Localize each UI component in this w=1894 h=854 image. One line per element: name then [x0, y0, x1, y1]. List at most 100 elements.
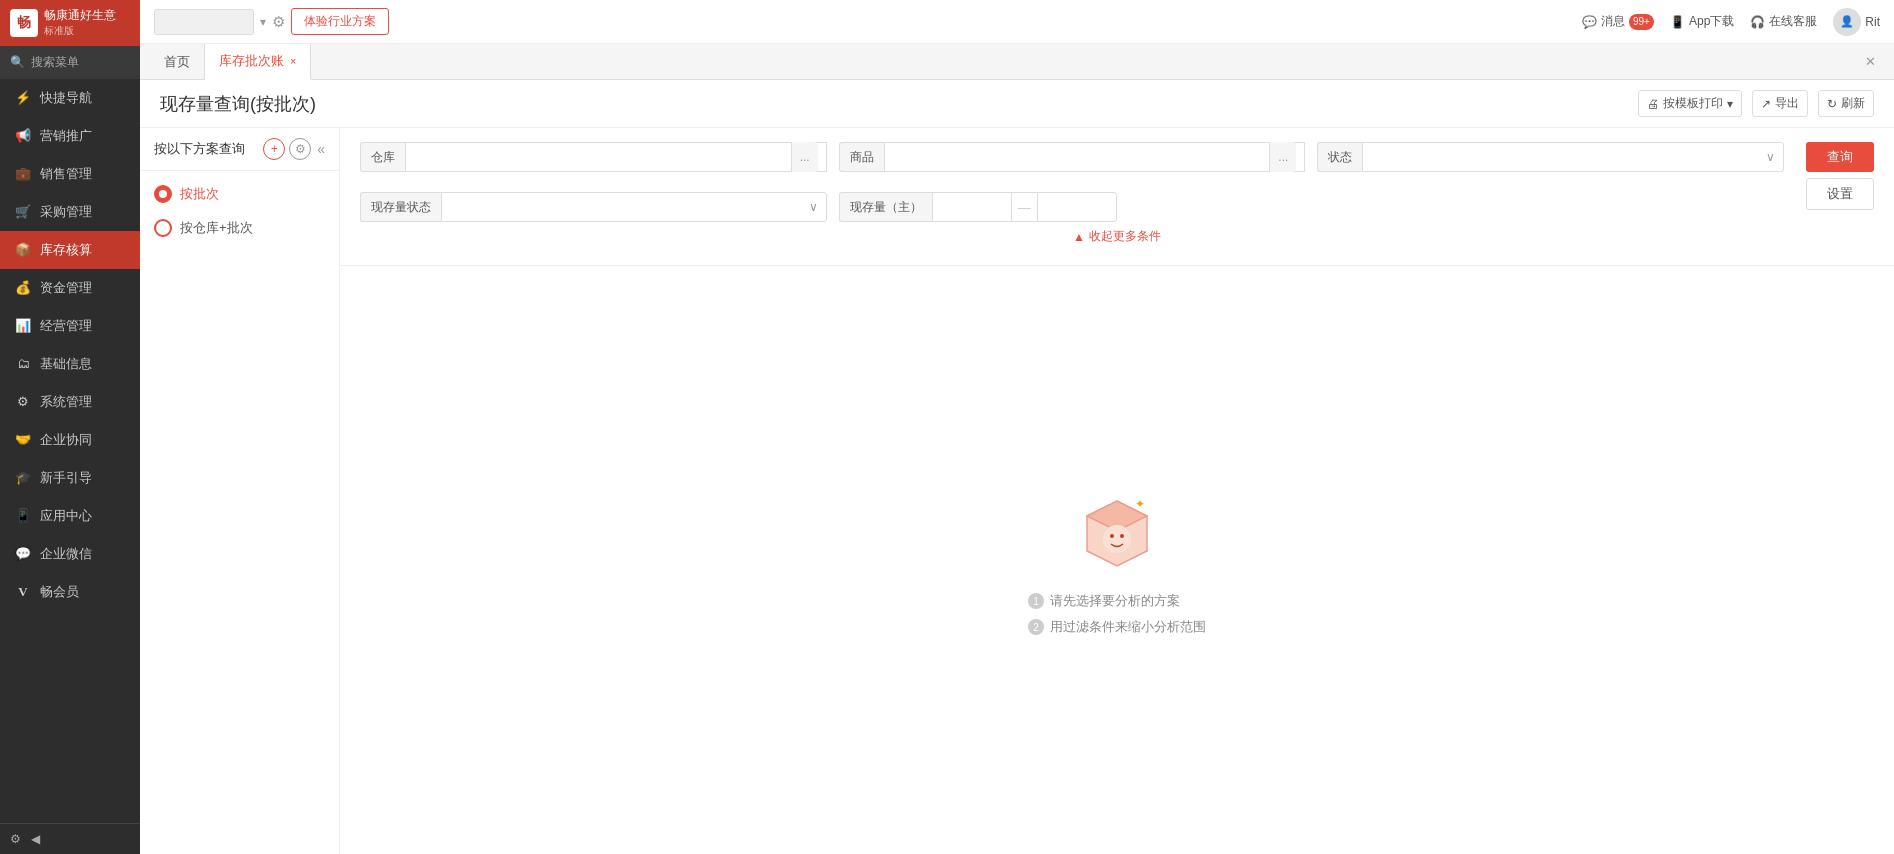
tip-num-2: 2	[1028, 619, 1044, 635]
warehouse-more-btn[interactable]: ...	[791, 142, 818, 172]
sidebar-item-label: 采购管理	[40, 203, 92, 221]
sidebar-item-enterprise[interactable]: 🤝 企业协同	[0, 421, 140, 459]
online-service-action[interactable]: 🎧 在线客服	[1750, 13, 1817, 30]
user-avatar: 👤	[1833, 8, 1861, 36]
scheme-add-btn[interactable]: +	[263, 138, 285, 160]
sidebar-item-operations[interactable]: 📊 经营管理	[0, 307, 140, 345]
app-download-action[interactable]: 📱 App下载	[1670, 13, 1734, 30]
filter-collapse-btn[interactable]: ▲ 收起更多条件	[360, 222, 1874, 251]
sidebar-item-inventory[interactable]: 📦 库存核算	[0, 231, 140, 269]
topbar-search-input[interactable]	[154, 9, 254, 35]
export-btn-label: 导出	[1775, 95, 1799, 112]
sidebar-item-label: 基础信息	[40, 355, 92, 373]
collapse-up-icon: ▲	[1073, 230, 1085, 244]
sidebar-search[interactable]: 🔍 搜索菜单	[0, 46, 140, 79]
app-center-icon: 📱	[14, 507, 32, 525]
tab-close-icon[interactable]: ×	[290, 55, 296, 67]
scheme-item-batch[interactable]: 按批次	[140, 177, 339, 211]
tab-panel-close-btn[interactable]: ✕	[1865, 54, 1876, 69]
app-download-label: App下载	[1689, 13, 1734, 30]
status-chevron-icon: ∨	[1766, 150, 1775, 164]
sidebar-item-label: 销售管理	[40, 165, 92, 183]
scheme-settings-btn[interactable]: ⚙	[289, 138, 311, 160]
sidebar-item-purchase[interactable]: 🛒 采购管理	[0, 193, 140, 231]
finance-icon: 💰	[14, 279, 32, 297]
sidebar-item-label: 经营管理	[40, 317, 92, 335]
main-area: ▾ ⚙ 体验行业方案 💬 消息 99+ 📱 App下载 🎧 在线客服 👤 Rit	[140, 0, 1894, 854]
sidebar-title-area: 畅康通好生意 标准版	[44, 8, 116, 38]
topbar-gear-icon[interactable]: ⚙	[272, 13, 285, 31]
sidebar-item-sales[interactable]: 💼 销售管理	[0, 155, 140, 193]
tab-inventory-batch[interactable]: 库存批次账 ×	[205, 44, 311, 80]
messages-label: 消息	[1601, 13, 1625, 30]
warehouse-label: 仓库	[360, 142, 405, 172]
sidebar-item-finance[interactable]: 💰 资金管理	[0, 269, 140, 307]
scheme-collapse-btn[interactable]: «	[317, 141, 325, 157]
collapse-label: 收起更多条件	[1089, 228, 1161, 245]
filter-settings-btn[interactable]: 设置	[1806, 178, 1874, 210]
online-service-label: 在线客服	[1769, 13, 1817, 30]
sidebar-item-newbie[interactable]: 🎓 新手引导	[0, 459, 140, 497]
empty-tip-2: 2 用过滤条件来缩小分析范围	[1028, 618, 1206, 636]
scheme-panel: 按以下方案查询 + ⚙ « 按批次	[140, 128, 340, 854]
query-btn[interactable]: 查询	[1806, 142, 1874, 172]
filter-stock-status: 现存量状态 ∨	[360, 192, 827, 222]
status-select[interactable]: ∨	[1362, 142, 1784, 172]
svg-point-4	[1120, 534, 1124, 538]
sidebar-item-system[interactable]: ⚙ 系统管理	[0, 383, 140, 421]
sidebar-item-label: 资金管理	[40, 279, 92, 297]
stock-qty-max-input[interactable]	[1037, 192, 1117, 222]
filter-warehouse: 仓库 ...	[360, 142, 827, 172]
settings-gear-icon: ⚙	[10, 832, 21, 846]
empty-state: ✦ 1 请先选择要分析的方案 2 用过滤条件来缩小分析范围	[340, 266, 1894, 854]
sidebar-nav: ⚡ 快捷导航 📢 营销推广 💼 销售管理 🛒 采购管理 📦 库存核算 💰 资金管…	[0, 79, 140, 823]
tip-text-1: 请先选择要分析的方案	[1050, 592, 1180, 610]
scheme-panel-header: 按以下方案查询 + ⚙ «	[140, 128, 339, 171]
sidebar-item-label: 应用中心	[40, 507, 92, 525]
product-more-btn[interactable]: ...	[1269, 142, 1296, 172]
collapse-icon: ◀	[31, 832, 40, 846]
stock-status-select[interactable]: ∨	[441, 192, 827, 222]
scheme-panel-title: 按以下方案查询	[154, 140, 257, 158]
username-label: Rit	[1865, 15, 1880, 29]
sidebar-item-basic-info[interactable]: 🗂 基础信息	[0, 345, 140, 383]
print-chevron-icon: ▾	[1727, 97, 1733, 111]
filter-rows: 仓库 ... 商品 ...	[340, 128, 1894, 266]
export-btn[interactable]: ↗ 导出	[1752, 90, 1808, 117]
user-profile-action[interactable]: 👤 Rit	[1833, 8, 1880, 36]
empty-tips: 1 请先选择要分析的方案 2 用过滤条件来缩小分析范围	[1028, 592, 1206, 644]
sidebar-settings-btn[interactable]: ⚙	[10, 832, 21, 846]
stock-qty-min-input[interactable]	[932, 192, 1012, 222]
sidebar-collapse-btn[interactable]: ◀	[31, 832, 40, 846]
filter-product: 商品 ...	[839, 142, 1306, 172]
sidebar-item-app-center[interactable]: 📱 应用中心	[0, 497, 140, 535]
product-label: 商品	[839, 142, 884, 172]
svg-text:✦: ✦	[1135, 497, 1145, 511]
sidebar-item-marketing[interactable]: 📢 营销推广	[0, 117, 140, 155]
refresh-icon: ↻	[1827, 97, 1837, 111]
sidebar-search-label: 搜索菜单	[31, 54, 79, 71]
filter-row-1: 仓库 ... 商品 ...	[360, 142, 1784, 172]
scheme-panel-actions: + ⚙	[263, 138, 311, 160]
filter-status: 状态 ∨	[1317, 142, 1784, 172]
topbar-breadcrumb: ▾ ⚙ 体验行业方案	[154, 8, 1572, 35]
search-icon: 🔍	[10, 55, 25, 69]
scheme-item-label: 按批次	[180, 185, 219, 203]
scheme-item-dot	[154, 219, 172, 237]
tab-home[interactable]: 首页	[150, 44, 205, 80]
sidebar-item-label: 企业微信	[40, 545, 92, 563]
trial-btn[interactable]: 体验行业方案	[291, 8, 389, 35]
settings-icon: ⚙	[295, 142, 306, 156]
messages-action[interactable]: 💬 消息 99+	[1582, 13, 1654, 30]
sidebar-item-wechat[interactable]: 💬 企业微信	[0, 535, 140, 573]
empty-tip-1: 1 请先选择要分析的方案	[1028, 592, 1206, 610]
sidebar-item-member[interactable]: V 畅会员	[0, 573, 140, 611]
sidebar-item-label: 库存核算	[40, 241, 92, 259]
scheme-item-warehouse-batch[interactable]: 按仓库+批次	[140, 211, 339, 245]
refresh-btn[interactable]: ↻ 刷新	[1818, 90, 1874, 117]
stock-status-label: 现存量状态	[360, 192, 441, 222]
sidebar-item-quick-nav[interactable]: ⚡ 快捷导航	[0, 79, 140, 117]
print-template-btn[interactable]: 🖨 按模板打印 ▾	[1638, 90, 1742, 117]
topbar: ▾ ⚙ 体验行业方案 💬 消息 99+ 📱 App下载 🎧 在线客服 👤 Rit	[140, 0, 1894, 44]
basic-info-icon: 🗂	[14, 355, 32, 373]
